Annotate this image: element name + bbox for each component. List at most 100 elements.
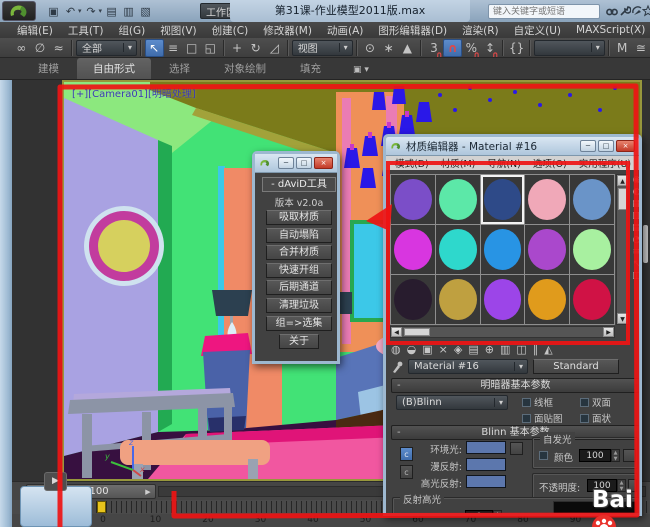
face-map-checkbox[interactable]: 面贴图 <box>522 411 563 425</box>
background-icon[interactable]: ▦ <box>632 200 641 209</box>
opacity-spinner[interactable]: 100 <box>587 479 617 492</box>
ambient-map-button[interactable] <box>510 442 523 455</box>
material-sample-slot[interactable] <box>570 175 614 224</box>
diffuse-color-swatch[interactable] <box>466 458 506 471</box>
menu-item-1[interactable]: 工具(T) <box>61 23 111 38</box>
material-sample-slot[interactable] <box>436 225 480 274</box>
window-crossing-icon[interactable]: ◱ <box>201 39 220 57</box>
material-name-dropdown[interactable]: Material #16 ▾ <box>408 359 528 374</box>
percent-snap-icon[interactable]: %∩ <box>462 39 481 57</box>
specular-level-spinner[interactable]: 0 <box>465 510 493 516</box>
snaps-toggle-icon[interactable]: 3∩ <box>425 39 444 57</box>
material-sample-slot[interactable] <box>481 275 525 324</box>
material-sample-slot[interactable] <box>570 225 614 274</box>
material-sample-slot[interactable] <box>391 175 435 224</box>
angle-snap-icon[interactable]: ∩ <box>443 39 462 57</box>
select-and-move-icon[interactable]: + <box>228 39 247 57</box>
redo-icon-flyout[interactable]: ▾ <box>99 7 103 15</box>
wire-checkbox[interactable]: 线框 <box>522 395 553 409</box>
backlight-icon[interactable]: ◐ <box>633 188 641 197</box>
mated-menu-item-1[interactable]: 材质(M) <box>436 156 481 170</box>
mated-menu-item-0[interactable]: 模式(D) <box>390 156 434 170</box>
david-button-6[interactable]: 组=>选集 <box>266 316 332 331</box>
selection-filter-dropdown[interactable]: 全部▾ <box>76 40 137 56</box>
material-sample-slot[interactable] <box>436 275 480 324</box>
selfillum-spinner[interactable]: 100 <box>579 449 611 462</box>
ribbon-tab-0[interactable]: 建模 <box>22 58 75 79</box>
assign-to-selection-icon[interactable]: ▣ <box>422 343 432 356</box>
use-pivot-center-icon[interactable]: ⊙ <box>361 39 380 57</box>
mated-menu-item-2[interactable]: 导航(N) <box>482 156 526 170</box>
make-preview-icon[interactable]: ◔ <box>633 236 641 245</box>
undo-icon-flyout[interactable]: ▾ <box>78 7 82 15</box>
menu-item-0[interactable]: 编辑(E) <box>10 23 60 38</box>
put-to-scene-icon[interactable]: ◒ <box>407 343 417 356</box>
material-id-channel-icon[interactable]: ⊕ <box>485 343 494 356</box>
search-input[interactable] <box>488 4 600 19</box>
selfillum-color-checkbox[interactable] <box>539 451 548 460</box>
right-panel-scrollbar[interactable] <box>643 225 648 263</box>
close-button[interactable]: × <box>314 157 333 169</box>
select-by-material-icon[interactable]: ↖ <box>633 260 641 269</box>
ribbon-tab-2[interactable]: 选择 <box>153 58 206 79</box>
show-map-in-viewport-icon[interactable]: ▥ <box>500 343 510 356</box>
sample-tiling-icon[interactable]: ▥ <box>632 212 641 221</box>
material-sample-slot[interactable] <box>525 225 569 274</box>
scrollbar-thumb[interactable] <box>618 188 627 210</box>
spinner-arrows[interactable]: ▲▼ <box>493 510 502 516</box>
menu-item-8[interactable]: 渲染(R) <box>455 23 506 38</box>
material-type-button[interactable]: Standard <box>533 359 619 374</box>
material-sample-slot[interactable] <box>481 225 525 274</box>
menu-item-10[interactable]: MAXScript(X) <box>569 24 650 36</box>
reference-coordinate-dropdown[interactable]: 视图▾ <box>292 40 353 56</box>
material-sample-slot[interactable] <box>525 175 569 224</box>
sample-horizontal-scrollbar[interactable]: ◀ ▶ <box>390 326 615 338</box>
david-button-0[interactable]: 吸取材质 <box>266 210 332 225</box>
project-folder-icon[interactable]: ▧ <box>138 4 153 19</box>
named-selection-dropdown[interactable]: ▾ <box>534 40 605 56</box>
favorites-star-icon[interactable] <box>642 4 650 18</box>
close-button[interactable]: × <box>616 140 635 152</box>
scroll-down-icon[interactable]: ▼ <box>617 313 628 324</box>
david-button-7[interactable]: 关于 <box>279 334 319 349</box>
maximize-button[interactable]: □ <box>296 157 312 169</box>
ribbon-extra-icon[interactable]: ▣ ▾ <box>353 65 369 79</box>
material-sample-slot[interactable] <box>525 275 569 324</box>
current-frame-marker[interactable] <box>97 501 106 513</box>
scroll-right-icon[interactable]: ▶ <box>603 327 614 337</box>
menu-item-5[interactable]: 修改器(M) <box>256 23 319 38</box>
minimize-button[interactable]: ─ <box>580 140 596 152</box>
two-sided-checkbox[interactable]: 双面 <box>580 395 611 409</box>
rectangular-selection-icon[interactable]: □ <box>182 39 201 57</box>
sample-type-icon[interactable]: ◉ <box>633 176 641 185</box>
mated-menu-item-4[interactable]: 实用程序(U) <box>574 156 636 170</box>
reset-map-icon[interactable]: × <box>439 343 448 356</box>
material-sample-slot[interactable] <box>436 175 480 224</box>
material-editor-title-bar[interactable]: 材质编辑器 - Material #16 ─ □ × <box>386 137 639 156</box>
ribbon-tab-4[interactable]: 填充 <box>284 58 337 79</box>
undo-icon[interactable]: ↶ <box>63 4 78 19</box>
bind-to-space-warp-icon[interactable]: ≈ <box>49 39 68 57</box>
show-end-result-icon[interactable]: ◫ <box>516 343 526 356</box>
select-and-manipulate-icon[interactable]: ∗ <box>379 39 398 57</box>
shader-type-dropdown[interactable]: (B)Blinn ▾ <box>396 395 508 410</box>
options-icon[interactable]: ≡ <box>633 248 641 257</box>
new-scene-icon[interactable]: ▤ <box>104 4 119 19</box>
spinner-snap-icon[interactable]: ↕∩ <box>481 39 500 57</box>
david-button-3[interactable]: 快速开组 <box>266 263 332 278</box>
shader-basic-params-rollout[interactable]: - 明暗器基本参数 <box>391 378 640 393</box>
select-and-scale-icon[interactable]: ◿ <box>265 39 284 57</box>
menu-item-9[interactable]: 自定义(U) <box>507 23 568 38</box>
get-material-icon[interactable]: ◍ <box>391 343 401 356</box>
go-forward-sibling-icon[interactable]: ◭ <box>544 343 552 356</box>
align-icon[interactable]: ≅ <box>631 39 650 57</box>
search-binoculars-icon[interactable] <box>606 4 618 18</box>
sample-vertical-scrollbar[interactable]: ▲ ▼ <box>616 174 629 325</box>
menu-item-3[interactable]: 视图(V) <box>153 23 203 38</box>
keyboard-override-icon[interactable]: ▲ <box>398 39 417 57</box>
david-button-5[interactable]: 清理垃圾 <box>266 298 332 313</box>
material-sample-slot[interactable] <box>391 275 435 324</box>
save-icon[interactable]: ▣ <box>46 4 61 19</box>
david-button-4[interactable]: 后期通道 <box>266 280 332 295</box>
application-menu-button[interactable] <box>2 1 36 21</box>
